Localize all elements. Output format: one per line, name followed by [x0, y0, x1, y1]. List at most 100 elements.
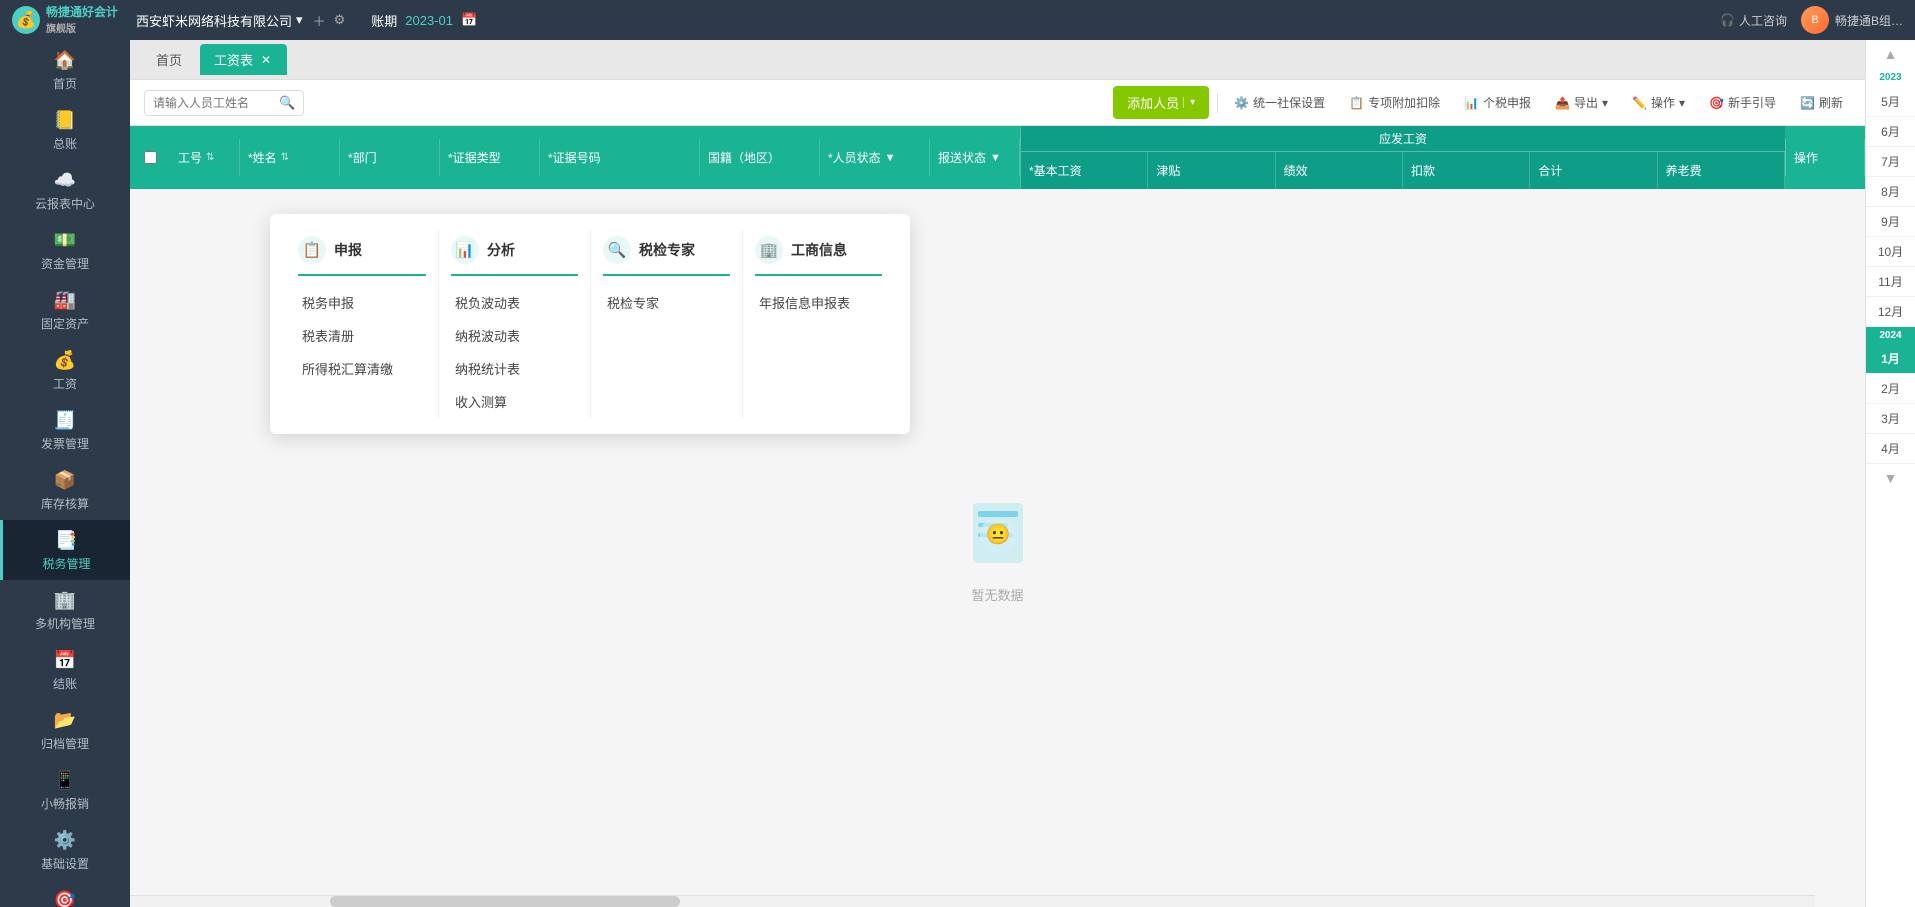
tax-declare-btn[interactable]: 📊 个税申报 [1456, 89, 1539, 116]
right-calendar-panel: ▲ 2023 5月 6月 7月 8月 9月 10月 11月 12月 2024 1… [1865, 40, 1915, 907]
sidebar-item-home[interactable]: 🏠 首页 [0, 40, 130, 100]
cal-month-jun[interactable]: 6月 [1866, 117, 1915, 147]
menu-item-tax-stat[interactable]: 纳税统计表 [451, 352, 578, 385]
settings-icon[interactable]: ⚙ [334, 12, 346, 28]
cal-next-btn[interactable]: ▼ [1866, 464, 1915, 492]
sidebar-label-ledger: 总账 [53, 135, 77, 152]
sort-icon-id[interactable]: ⇅ [206, 152, 214, 163]
cal-month-mar[interactable]: 3月 [1866, 404, 1915, 434]
close-book-icon: 📅 [54, 650, 76, 671]
sidebar-label-archive: 归档管理 [41, 735, 89, 752]
sidebar-item-salary[interactable]: 💰 工资 [0, 340, 130, 400]
sidebar-label-xiaochang: 小畅报销 [41, 795, 89, 812]
sidebar-item-tax[interactable]: 📑 税务管理 [0, 520, 130, 580]
headset-icon: 🎧 [1720, 13, 1735, 27]
sidebar-item-xiaochang[interactable]: 📱 小畅报销 [0, 760, 130, 820]
sidebar-item-guide[interactable]: 🎯 新手引导 [0, 880, 130, 907]
period-selector[interactable]: 账期 2023-01 📅 [371, 11, 477, 30]
user-name: 畅捷通B组… [1835, 12, 1903, 29]
sidebar-label-invoice: 发票管理 [41, 435, 89, 452]
cal-month-oct[interactable]: 10月 [1866, 237, 1915, 267]
add-chevron-icon[interactable]: ▾ [1183, 97, 1195, 108]
social-insurance-btn[interactable]: ⚙️ 统一社保设置 [1226, 89, 1333, 116]
sidebar-item-close[interactable]: 📅 结账 [0, 640, 130, 700]
sidebar-item-invoice[interactable]: 🧾 发票管理 [0, 400, 130, 460]
cal-month-feb[interactable]: 2月 [1866, 374, 1915, 404]
sidebar-item-ledger[interactable]: 📒 总账 [0, 100, 130, 160]
sidebar-item-stock[interactable]: 📦 库存核算 [0, 460, 130, 520]
service-btn[interactable]: 🎧 人工咨询 [1720, 12, 1787, 29]
calendar-icon[interactable]: 📅 [461, 12, 477, 28]
refresh-btn[interactable]: 🔄 刷新 [1792, 89, 1851, 116]
special-label: 专项附加扣除 [1368, 94, 1440, 111]
menu-item-tax-declare[interactable]: 税务申报 [298, 286, 426, 319]
cal-month-jul[interactable]: 7月 [1866, 147, 1915, 177]
th-check[interactable] [130, 151, 170, 164]
cal-month-apr[interactable]: 4月 [1866, 434, 1915, 464]
th-region: 国籍（地区） [700, 139, 820, 176]
select-all-checkbox[interactable] [144, 151, 157, 164]
search-input[interactable] [153, 96, 273, 110]
menu-section-shenb: 📋 申报 税务申报 税表清册 所得税汇算清缴 [286, 230, 438, 418]
menu-item-tax-burden[interactable]: 税负波动表 [451, 286, 578, 319]
menu-item-tax-wave[interactable]: 纳税波动表 [451, 319, 578, 352]
th-certtype-label: *证据类型 [448, 149, 501, 166]
cal-month-sep[interactable]: 9月 [1866, 207, 1915, 237]
th-perf-label: 绩效 [1284, 162, 1308, 179]
menu-item-tax-settle[interactable]: 所得税汇算清缴 [298, 352, 426, 385]
add-company-btn[interactable]: ＋ [313, 11, 326, 30]
search-box[interactable]: 🔍 [144, 90, 304, 116]
tax-declare-label: 个税申报 [1483, 94, 1531, 111]
add-person-button[interactable]: 添加人员 ▾ [1113, 86, 1209, 119]
sidebar-item-archive[interactable]: 📂 归档管理 [0, 700, 130, 760]
table-header: 工号 ⇅ *姓名 ⇅ *部门 *证据类型 *证据号码 国籍（地区） [130, 126, 1865, 189]
sidebar-label-cloud: 云报表中心 [35, 195, 95, 212]
cal-month-nov[interactable]: 11月 [1866, 267, 1915, 297]
tab-close-btn[interactable]: ✕ [259, 53, 273, 67]
guide-btn[interactable]: 🎯 新手引导 [1701, 89, 1784, 116]
menu-section-header-shenb: 📋 申报 [298, 230, 426, 276]
export-btn[interactable]: 📤 导出 ▾ [1547, 89, 1616, 116]
menu-item-tax-expert[interactable]: 税检专家 [603, 286, 730, 319]
cal-prev-btn[interactable]: ▲ [1866, 40, 1915, 68]
menu-item-income-est[interactable]: 收入测算 [451, 385, 578, 418]
company-selector[interactable]: 西安虾米网络科技有限公司 ▾ ＋ ⚙ [136, 11, 345, 30]
user-menu[interactable]: B 畅捷通B组… [1801, 6, 1903, 34]
bottom-scrollbar[interactable] [130, 895, 1815, 907]
refresh-label: 刷新 [1819, 94, 1843, 111]
sort-icon-name[interactable]: ⇅ [281, 152, 289, 163]
th-total: 合计 [1530, 152, 1657, 189]
sidebar-item-fund[interactable]: 💵 资金管理 [0, 220, 130, 280]
sidebar-item-cloud[interactable]: ☁️ 云报表中心 [0, 160, 130, 220]
fund-icon: 💵 [54, 230, 76, 251]
special-icon: 📋 [1349, 96, 1364, 110]
filter-icon-send[interactable]: ▼ [990, 152, 1001, 164]
cal-month-jan[interactable]: 1月 [1866, 344, 1915, 374]
app-sub: 旗舰版 [46, 20, 118, 35]
tab-salary-table[interactable]: 工资表 ✕ [200, 44, 287, 75]
menu-item-annual-report[interactable]: 年报信息申报表 [755, 286, 882, 319]
menu-section-gongshang: 🏢 工商信息 年报信息申报表 [742, 230, 894, 418]
svg-text:😐: 😐 [985, 523, 1010, 546]
tab-home[interactable]: 首页 [142, 44, 196, 75]
menu-item-tax-table[interactable]: 税表清册 [298, 319, 426, 352]
cal-month-aug[interactable]: 8月 [1866, 177, 1915, 207]
special-deduct-btn[interactable]: 📋 专项附加扣除 [1341, 89, 1448, 116]
cal-month-may[interactable]: 5月 [1866, 87, 1915, 117]
filter-icon-status[interactable]: ▼ [885, 152, 896, 164]
menu-section-fenxi: 📊 分析 税负波动表 纳税波动表 纳税统计表 收入测算 [438, 230, 590, 418]
company-dropdown-icon[interactable]: ▾ [296, 12, 303, 28]
sidebar-item-fixed[interactable]: 🏭 固定资产 [0, 280, 130, 340]
service-label: 人工咨询 [1739, 12, 1787, 29]
app-name: 畅捷通好会计 [46, 5, 118, 19]
sidebar-item-multi[interactable]: 🏢 多机构管理 [0, 580, 130, 640]
th-status-label: *人员状态 [828, 149, 881, 166]
main-layout: 🏠 首页 📒 总账 ☁️ 云报表中心 💵 资金管理 🏭 固定资产 💰 工资 🧾 … [0, 40, 1915, 907]
cal-month-dec[interactable]: 12月 [1866, 297, 1915, 327]
tab-bar: 首页 工资表 ✕ [130, 40, 1865, 80]
sidebar-label-home: 首页 [53, 75, 77, 92]
sidebar-label-stock: 库存核算 [41, 495, 89, 512]
operate-btn[interactable]: ✏️ 操作 ▾ [1624, 89, 1693, 116]
export-icon: 📤 [1555, 96, 1570, 110]
sidebar-item-settings[interactable]: ⚙️ 基础设置 [0, 820, 130, 880]
